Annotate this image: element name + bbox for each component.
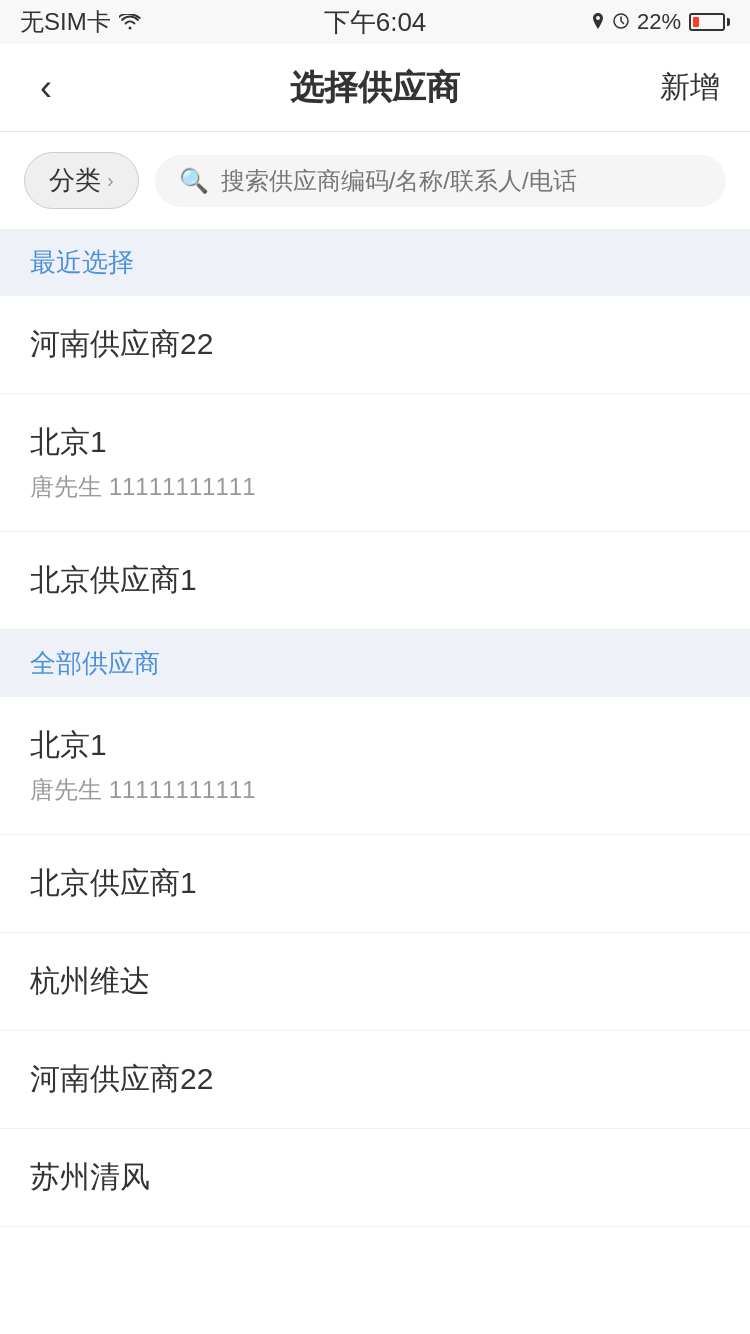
search-box: 🔍 — [155, 155, 726, 207]
item-name: 河南供应商22 — [30, 324, 720, 365]
status-right: 22% — [591, 9, 730, 35]
all-items-list: 北京1 唐先生 11111111111 北京供应商1 杭州维达河南供应商22 苏州清风 — [0, 697, 750, 1227]
back-button[interactable]: ‹ — [30, 57, 62, 119]
recent-section-header: 最近选择 — [0, 229, 750, 296]
nav-title: 选择供应商 — [290, 65, 460, 111]
carrier-label: 无SIM卡 — [20, 6, 111, 38]
recent-list-item[interactable]: 北京供应商1 — [0, 532, 750, 630]
filter-row: 分类 › 🔍 — [0, 132, 750, 229]
all-section-header: 全部供应商 — [0, 630, 750, 697]
item-name: 河南供应商22 — [30, 1059, 720, 1100]
location-icon — [591, 9, 605, 35]
search-icon: 🔍 — [179, 167, 209, 195]
wifi-icon — [119, 8, 141, 36]
item-name: 北京供应商1 — [30, 560, 720, 601]
all-list-item[interactable]: 北京1 唐先生 11111111111 — [0, 697, 750, 835]
battery-percent: 22% — [637, 9, 681, 35]
chevron-right-icon: › — [107, 169, 114, 192]
recent-list-item[interactable]: 北京1 唐先生 11111111111 — [0, 394, 750, 532]
all-list-item[interactable]: 苏州清风 — [0, 1129, 750, 1227]
recent-section-label: 最近选择 — [30, 247, 134, 277]
category-label: 分类 — [49, 163, 101, 198]
item-name: 北京供应商1 — [30, 863, 720, 904]
item-sub: 唐先生 11111111111 — [30, 471, 720, 503]
item-sub: 唐先生 11111111111 — [30, 774, 720, 806]
recent-list-item[interactable]: 河南供应商22 — [0, 296, 750, 394]
item-name: 苏州清风 — [30, 1157, 720, 1198]
recent-items-list: 河南供应商22 北京1 唐先生 11111111111 北京供应商1 — [0, 296, 750, 630]
new-action-button[interactable]: 新增 — [660, 67, 720, 108]
all-section-label: 全部供应商 — [30, 648, 160, 678]
category-button[interactable]: 分类 › — [24, 152, 139, 209]
battery-icon — [689, 13, 730, 31]
item-name: 北京1 — [30, 422, 720, 463]
item-name: 北京1 — [30, 725, 720, 766]
item-name: 杭州维达 — [30, 961, 720, 1002]
nav-bar: ‹ 选择供应商 新增 — [0, 44, 750, 132]
all-list-item[interactable]: 杭州维达 — [0, 933, 750, 1031]
status-left: 无SIM卡 — [20, 6, 141, 38]
status-bar: 无SIM卡 下午6:04 22% — [0, 0, 750, 44]
status-time: 下午6:04 — [324, 5, 427, 40]
search-input[interactable] — [221, 167, 702, 195]
clock-icon — [613, 9, 629, 35]
all-list-item[interactable]: 河南供应商22 — [0, 1031, 750, 1129]
all-list-item[interactable]: 北京供应商1 — [0, 835, 750, 933]
